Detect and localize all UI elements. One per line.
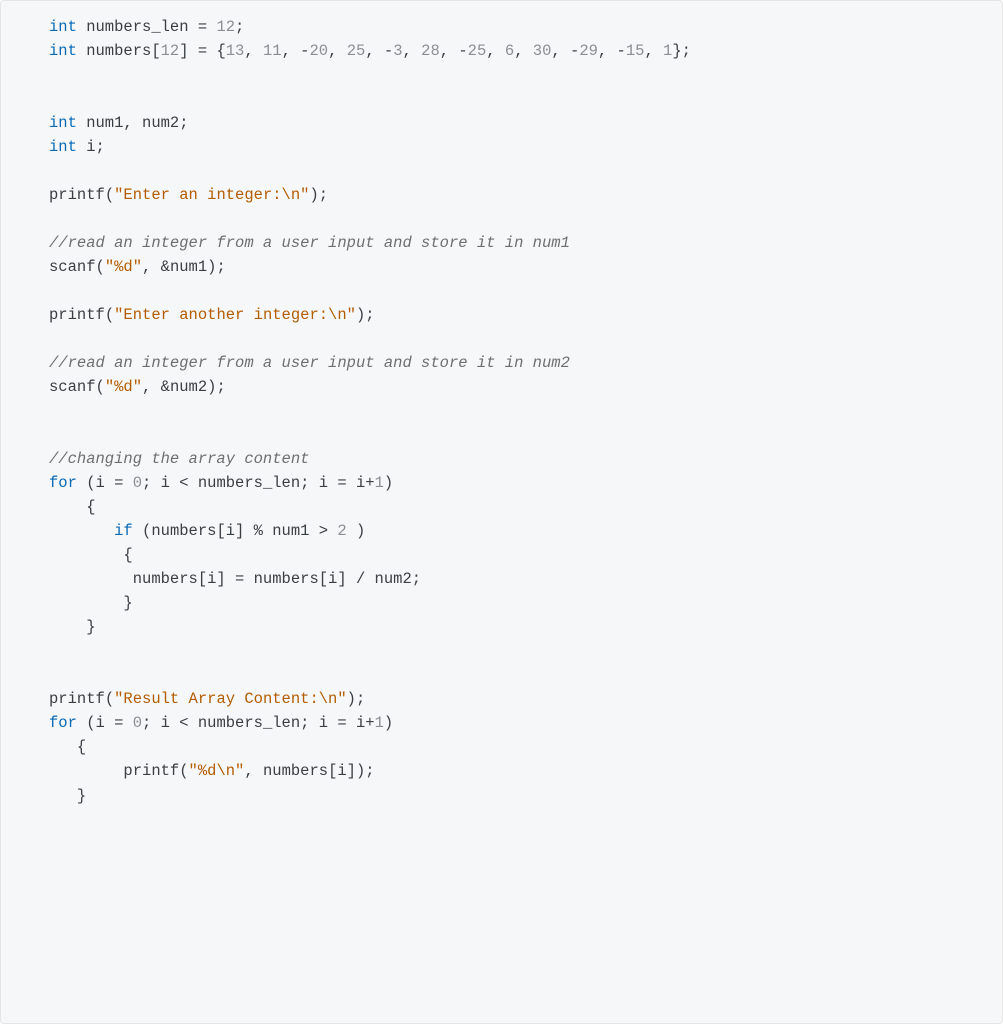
code-token-str: "%d" [105,378,142,396]
code-token-kw: for [49,714,77,732]
code-token-cmt: //read an integer from a user input and … [49,234,570,252]
code-token-num: 6 [505,42,514,60]
code-token-fn: printf [123,762,179,780]
code-token-num: 0 [133,714,142,732]
code-token-cmt: //changing the array content [49,450,309,468]
code-token-kw: int [49,114,77,132]
code-block: int numbers_len = 12; int numbers[12] = … [0,0,1003,1024]
code-token-fn: printf [49,186,105,204]
code-token-num: 1 [375,474,384,492]
code-token-kw: int [49,138,77,156]
code-content: int numbers_len = 12; int numbers[12] = … [49,15,1002,808]
code-token-num: 28 [421,42,440,60]
code-token-str: "Result Array Content:\n" [114,690,347,708]
code-token-num: 25 [468,42,487,60]
code-token-str: "%d\n" [189,762,245,780]
code-token-fn: scanf [49,378,96,396]
code-token-fn: printf [49,690,105,708]
code-token-cmt: //read an integer from a user input and … [49,354,570,372]
code-token-num: 20 [309,42,328,60]
code-token-num: 12 [216,18,235,36]
code-token-num: 13 [226,42,245,60]
code-token-num: 29 [579,42,598,60]
code-token-num: 0 [133,474,142,492]
code-token-num: 25 [347,42,366,60]
code-token-fn: scanf [49,258,96,276]
code-token-num: 11 [263,42,282,60]
code-token-num: 15 [626,42,645,60]
code-token-num: 3 [393,42,402,60]
code-token-fn: printf [49,306,105,324]
code-token-kw: int [49,18,77,36]
code-token-num: 12 [161,42,180,60]
code-token-str: "Enter another integer:\n" [114,306,356,324]
code-token-num: 1 [375,714,384,732]
code-token-str: "%d" [105,258,142,276]
code-token-num: 30 [533,42,552,60]
code-token-kw: if [114,522,133,540]
code-token-num: 1 [663,42,672,60]
code-token-kw: int [49,42,77,60]
code-token-str: "Enter an integer:\n" [114,186,309,204]
code-token-num: 2 [337,522,346,540]
code-token-kw: for [49,474,77,492]
